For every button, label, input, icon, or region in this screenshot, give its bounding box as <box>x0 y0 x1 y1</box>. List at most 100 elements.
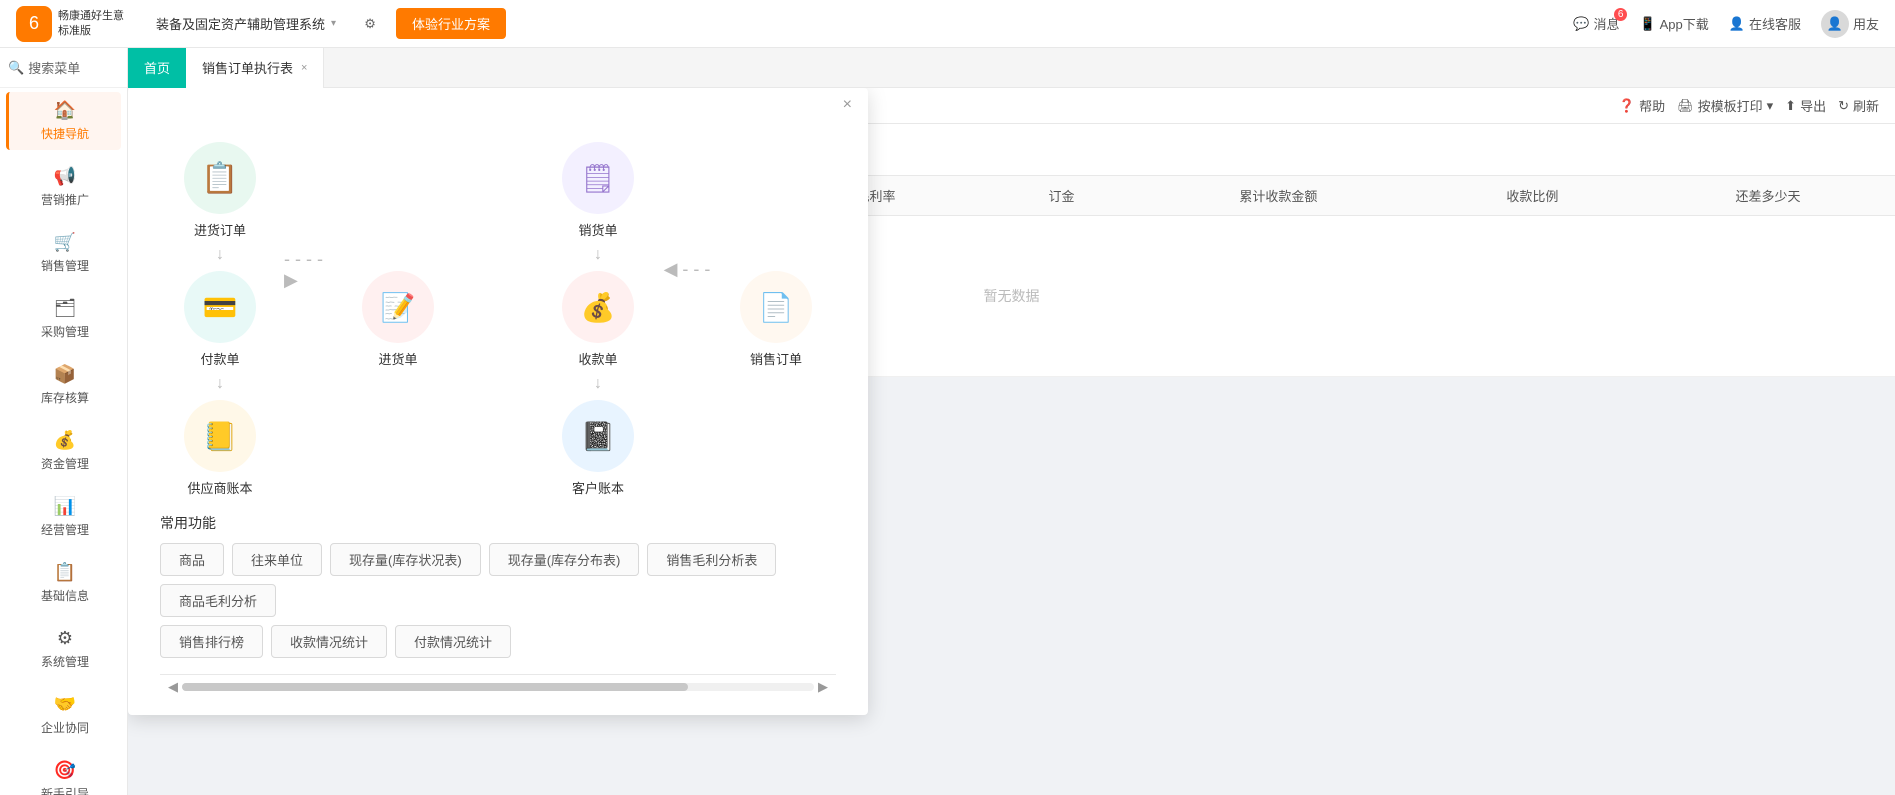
tab-bar: 首页 销售订单执行表 × <box>128 48 1895 88</box>
sidebar-item-label: 营销推广 <box>41 191 89 208</box>
popup-header: × <box>128 88 868 118</box>
common-functions-title: 常用功能 <box>160 513 836 533</box>
top-right-area: 💬 消息 6 📱 App下载 👤 在线客服 👤 用友 <box>1573 10 1879 38</box>
sidebar-item-purchase[interactable]: 🗂 采购管理 <box>0 286 127 352</box>
flow-node-customer-ledger[interactable]: 📓 客户账本 <box>538 400 658 497</box>
download-icon: 📱 <box>1639 16 1655 32</box>
flow-node-supplier-ledger[interactable]: 📒 供应商账本 <box>160 400 280 497</box>
scroll-track[interactable] <box>182 683 814 691</box>
purchase-icon: 🗂 <box>54 298 77 319</box>
logo-line2: 标准版 <box>58 24 124 38</box>
tab-home[interactable]: 首页 <box>128 48 186 88</box>
user-area[interactable]: 👤 用友 <box>1821 10 1879 38</box>
payment-icon: 💳 <box>184 271 256 343</box>
flow-node-purchase-bill[interactable]: 📝 进货单 <box>338 271 458 368</box>
sidebar-item-quick-nav[interactable]: 🏠 快捷导航 <box>6 92 121 150</box>
tab-sales-order[interactable]: 销售订单执行表 × <box>186 48 324 88</box>
func-buttons-row1: 商品 往来单位 现存量(库存状况表) 现存量(库存分布表) 销售毛利分析表 商品… <box>160 543 836 617</box>
scroll-left-icon[interactable]: ◀ <box>168 679 178 695</box>
customer-ledger-icon: 📓 <box>562 400 634 472</box>
sidebar-item-finance[interactable]: 💰 资金管理 <box>0 418 127 484</box>
sidebar-item-inventory[interactable]: 📦 库存核算 <box>0 352 127 418</box>
home-icon: 🏠 <box>54 100 76 121</box>
common-functions: 常用功能 商品 往来单位 现存量(库存状况表) 现存量(库存分布表) 销售毛利分… <box>160 501 836 674</box>
arrow-down-3: ↓ <box>216 368 224 400</box>
func-btn-inventory-dist[interactable]: 现存量(库存分布表) <box>489 543 640 576</box>
cooperation-icon: 🤝 <box>54 694 76 715</box>
popup-overlay: × 📋 进货订单 ↓ <box>128 88 1895 795</box>
basic-info-icon: 📋 <box>54 562 76 583</box>
sidebar-item-sales[interactable]: 🛒 销售管理 <box>0 220 127 286</box>
system-icon: ⚙ <box>57 628 73 649</box>
arrow-down-2: ↓ <box>594 239 602 271</box>
sales-bill-icon: 🗒 <box>562 142 634 214</box>
settings-gear-icon[interactable]: ⚙ <box>356 10 384 38</box>
logo: 6 畅康通好生意 标准版 <box>16 6 144 42</box>
receipt-label: 收款单 <box>578 349 617 368</box>
system-title-area: 装备及固定资产辅助管理系统 ▾ <box>144 14 348 33</box>
sidebar-item-label: 库存核算 <box>41 389 89 406</box>
sidebar-item-label: 快捷导航 <box>41 125 89 142</box>
func-btn-product[interactable]: 商品 <box>160 543 224 576</box>
func-btn-inventory-status[interactable]: 现存量(库存状况表) <box>330 543 481 576</box>
receipt-icon: 💰 <box>562 271 634 343</box>
message-icon: 💬 <box>1573 16 1589 32</box>
purchase-order-label: 进货订单 <box>194 220 246 239</box>
newbie-icon: 🎯 <box>54 760 76 781</box>
flow-node-sales-bill[interactable]: 🗒 销货单 <box>538 142 658 239</box>
func-btn-sales-rank[interactable]: 销售排行榜 <box>160 625 263 658</box>
arrow-down-1: ↓ <box>216 239 224 271</box>
arrow-right-1: - - - - ▶ <box>280 249 338 391</box>
purchase-order-icon: 📋 <box>184 142 256 214</box>
sidebar-item-system[interactable]: ⚙ 系统管理 <box>0 616 127 682</box>
sidebar-item-label: 新手引导 <box>41 785 89 795</box>
logo-line1: 畅康通好生意 <box>58 9 124 23</box>
func-btn-partner[interactable]: 往来单位 <box>232 543 322 576</box>
sidebar-item-marketing[interactable]: 📢 营销推广 <box>0 154 127 220</box>
payment-label: 付款单 <box>200 349 239 368</box>
sidebar-item-label: 采购管理 <box>41 323 89 340</box>
sidebar-item-label: 销售管理 <box>41 257 89 274</box>
flow-node-payment[interactable]: 💳 付款单 <box>160 271 280 368</box>
title-dropdown-icon[interactable]: ▾ <box>331 18 336 29</box>
func-btn-receipt-stats[interactable]: 收款情况统计 <box>271 625 387 658</box>
sidebar-item-label: 经营管理 <box>41 521 89 538</box>
purchase-bill-icon: 📝 <box>362 271 434 343</box>
tab-close-icon[interactable]: × <box>301 62 307 74</box>
sales-order-label: 销售订单 <box>750 349 802 368</box>
finance-icon: 💰 <box>54 430 76 451</box>
popup-close-button[interactable]: × <box>835 92 860 118</box>
sidebar-item-label: 资金管理 <box>41 455 89 472</box>
sidebar-item-basic-info[interactable]: 📋 基础信息 <box>0 550 127 616</box>
operations-icon: 📊 <box>54 496 76 517</box>
sidebar-item-cooperation[interactable]: 🤝 企业协同 <box>0 682 127 748</box>
sidebar-item-operations[interactable]: 📊 经营管理 <box>0 484 127 550</box>
sales-bill-label: 销货单 <box>578 220 617 239</box>
search-menu-label: 搜索菜单 <box>28 58 80 77</box>
func-btn-product-margin[interactable]: 商品毛利分析 <box>160 584 276 617</box>
sales-icon: 🛒 <box>54 232 76 253</box>
supplier-ledger-label: 供应商账本 <box>187 478 252 497</box>
message-button[interactable]: 💬 消息 6 <box>1573 14 1619 33</box>
online-service-button[interactable]: 👤 在线客服 <box>1729 14 1801 33</box>
flow-node-sales-order[interactable]: 📄 销售订单 <box>716 271 836 368</box>
scroll-right-icon[interactable]: ▶ <box>818 679 828 695</box>
sidebar-item-label: 企业协同 <box>41 719 89 736</box>
func-buttons-row2: 销售排行榜 收款情况统计 付款情况统计 <box>160 625 836 658</box>
flow-node-receipt[interactable]: 💰 收款单 <box>538 271 658 368</box>
search-menu-button[interactable]: 🔍 搜索菜单 <box>0 48 127 88</box>
experience-button[interactable]: 体验行业方案 <box>396 8 506 39</box>
app-download-button[interactable]: 📱 App下载 <box>1639 14 1708 33</box>
sidebar: 🔍 搜索菜单 🏠 快捷导航 📢 营销推广 🛒 销售管理 🗂 <box>0 48 128 795</box>
func-btn-payment-stats[interactable]: 付款情况统计 <box>395 625 511 658</box>
message-badge: 6 <box>1614 8 1628 21</box>
func-btn-sales-margin[interactable]: 销售毛利分析表 <box>647 543 776 576</box>
sidebar-item-label: 系统管理 <box>41 653 89 670</box>
sidebar-item-newbie[interactable]: 🎯 新手引导 <box>0 748 127 795</box>
logo-text: 畅康通好生意 标准版 <box>58 9 124 38</box>
scroll-bar-area: ◀ ▶ <box>160 674 836 699</box>
user-avatar: 👤 <box>1821 10 1849 38</box>
popup-content: 📋 进货订单 ↓ 💳 付款单 ↓ <box>128 118 868 715</box>
logo-icon: 6 <box>16 6 52 42</box>
flow-node-purchase-order[interactable]: 📋 进货订单 <box>160 142 280 239</box>
